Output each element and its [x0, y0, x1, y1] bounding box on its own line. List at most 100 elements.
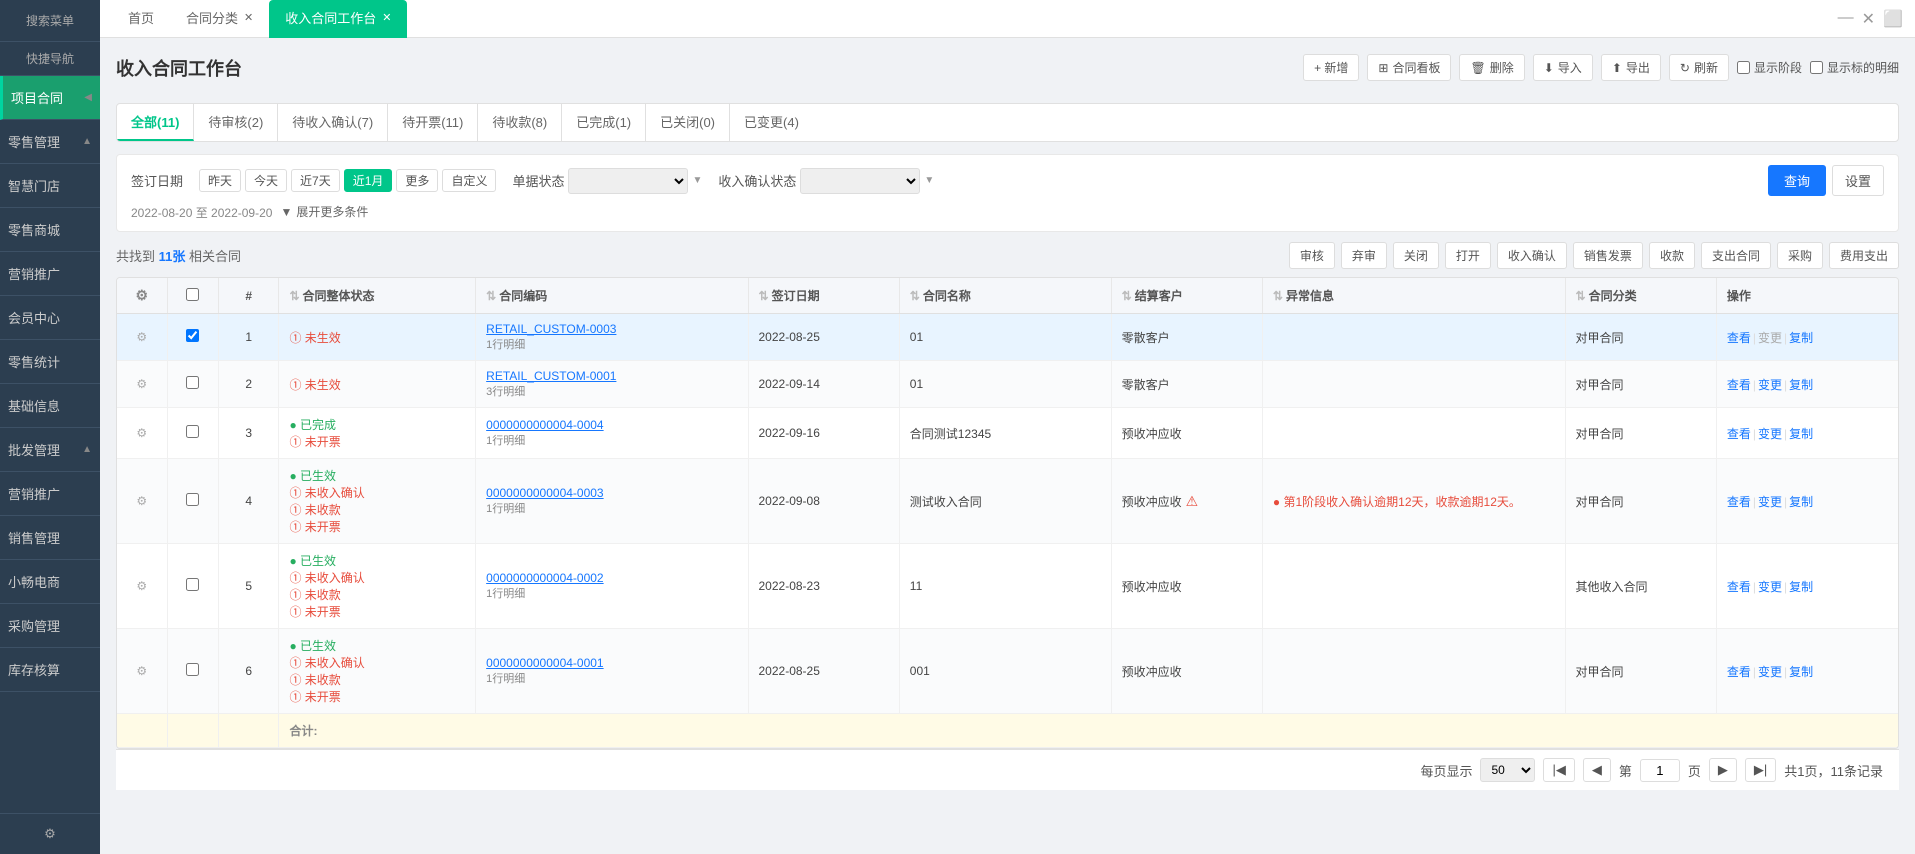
op-查看[interactable]: 查看 [1727, 331, 1751, 345]
sidebar-quick-nav[interactable]: 快捷导航 [0, 42, 100, 76]
sidebar-item-smart-store[interactable]: 智慧门店 [0, 164, 100, 208]
tab-income-workbench[interactable]: 收入合同工作台✕ [269, 0, 407, 38]
code-link[interactable]: 0000000000004-0004 [486, 418, 603, 432]
date-btn-yesterday[interactable]: 昨天 [199, 169, 241, 192]
show-fields-checkbox[interactable]: 显示阶段 [1737, 59, 1802, 76]
op-查看[interactable]: 查看 [1727, 580, 1751, 594]
row-gear[interactable]: ⚙ [117, 459, 167, 544]
op-查看[interactable]: 查看 [1727, 378, 1751, 392]
op-变更[interactable]: 变更 [1758, 580, 1782, 594]
status-tab-pending-payment[interactable]: 待收款(8) [478, 104, 562, 141]
query-button[interactable]: 查询 [1768, 165, 1826, 196]
sidebar-item-sales-mgmt[interactable]: 销售管理 [0, 516, 100, 560]
sidebar-item-marketing[interactable]: 营销推广 [0, 252, 100, 296]
op-复制[interactable]: 复制 [1789, 331, 1813, 345]
income-confirm-select[interactable] [800, 168, 920, 194]
next-page-btn[interactable]: ▶ [1709, 758, 1737, 782]
sidebar-search[interactable]: 搜索菜单 [0, 0, 100, 42]
doc-status-select[interactable] [568, 168, 688, 194]
sidebar-item-wholesale[interactable]: 批发管理▲ [0, 428, 100, 472]
filter-settings-button[interactable]: 设置 [1832, 165, 1884, 196]
prev-page-btn[interactable]: ◀ [1583, 758, 1611, 782]
op-查看[interactable]: 查看 [1727, 495, 1751, 509]
action-btn-close[interactable]: 关闭 [1393, 242, 1439, 269]
last-page-btn[interactable]: ▶| [1745, 758, 1776, 782]
status-tab-pending-audit[interactable]: 待审核(2) [194, 104, 278, 141]
sidebar-settings[interactable]: ⚙ [0, 813, 100, 854]
sidebar-item-basic-info[interactable]: 基础信息 [0, 384, 100, 428]
window-minimize[interactable]: — [1838, 9, 1854, 29]
date-btn-last7[interactable]: 近7天 [291, 169, 340, 192]
op-变更[interactable]: 变更 [1758, 427, 1782, 441]
refresh-button[interactable]: ↻ 刷新 [1669, 54, 1729, 81]
expand-filter-btn[interactable]: ▼ 展开更多条件 [280, 203, 368, 220]
row-gear[interactable]: ⚙ [117, 314, 167, 361]
status-tab-pending-invoice[interactable]: 待开票(11) [388, 104, 478, 141]
select-all-checkbox[interactable] [186, 288, 199, 301]
row-checkbox[interactable] [167, 629, 218, 714]
action-btn-audit[interactable]: 审核 [1289, 242, 1335, 269]
sidebar-item-member[interactable]: 会员中心 [0, 296, 100, 340]
row-gear[interactable]: ⚙ [117, 629, 167, 714]
action-btn-abandon[interactable]: 弃审 [1341, 242, 1387, 269]
status-tab-all[interactable]: 全部(11) [117, 104, 194, 141]
sidebar-item-purchase[interactable]: 采购管理 [0, 604, 100, 648]
row-checkbox[interactable] [167, 544, 218, 629]
op-复制[interactable]: 复制 [1789, 427, 1813, 441]
action-btn-purchase[interactable]: 采购 [1777, 242, 1823, 269]
sidebar-item-retail[interactable]: 零售管理▲ [0, 120, 100, 164]
row-gear[interactable]: ⚙ [117, 408, 167, 459]
date-btn-custom[interactable]: 自定义 [442, 169, 496, 192]
add-button[interactable]: + 新增 [1303, 54, 1359, 81]
sidebar-item-inventory[interactable]: 库存核算 [0, 648, 100, 692]
sidebar-item-ecommerce[interactable]: 小畅电商 [0, 560, 100, 604]
board-button[interactable]: ⊞ 合同看板 [1367, 54, 1451, 81]
status-tab-changed[interactable]: 已变更(4) [730, 104, 813, 141]
status-tab-pending-confirm[interactable]: 待收入确认(7) [278, 104, 388, 141]
row-checkbox[interactable] [167, 459, 218, 544]
status-tab-done[interactable]: 已完成(1) [562, 104, 646, 141]
tab-close-icon[interactable]: ✕ [382, 11, 391, 24]
code-link[interactable]: 0000000000004-0003 [486, 486, 603, 500]
action-btn-open[interactable]: 打开 [1445, 242, 1491, 269]
row-gear[interactable]: ⚙ [117, 361, 167, 408]
op-查看[interactable]: 查看 [1727, 665, 1751, 679]
sidebar-item-retail-stat[interactable]: 零售统计 [0, 340, 100, 384]
action-btn-income-confirm[interactable]: 收入确认 [1497, 242, 1567, 269]
op-变更[interactable]: 变更 [1758, 378, 1782, 392]
row-checkbox[interactable] [167, 314, 218, 361]
code-link[interactable]: RETAIL_CUSTOM-0003 [486, 322, 616, 336]
code-link[interactable]: 0000000000004-0001 [486, 656, 603, 670]
row-gear[interactable]: ⚙ [117, 544, 167, 629]
per-page-select[interactable]: 50 100 200 [1480, 758, 1535, 782]
op-查看[interactable]: 查看 [1727, 427, 1751, 441]
date-btn-last1m[interactable]: 近1月 [344, 169, 393, 192]
sidebar-item-mktg-promote[interactable]: 营销推广 [0, 472, 100, 516]
action-btn-payment[interactable]: 收款 [1649, 242, 1695, 269]
action-btn-expense-out[interactable]: 支出合同 [1701, 242, 1771, 269]
window-maximize[interactable]: ⬜ [1883, 9, 1903, 29]
sidebar-item-project[interactable]: 项目合同◀ [0, 76, 100, 120]
op-复制[interactable]: 复制 [1789, 378, 1813, 392]
status-tab-closed[interactable]: 已关闭(0) [646, 104, 730, 141]
first-page-btn[interactable]: |◀ [1543, 758, 1574, 782]
page-input[interactable] [1640, 759, 1680, 782]
op-变更[interactable]: 变更 [1758, 495, 1782, 509]
op-复制[interactable]: 复制 [1789, 495, 1813, 509]
tab-home[interactable]: 首页 [112, 0, 170, 38]
sidebar-item-retail-mall[interactable]: 零售商城 [0, 208, 100, 252]
op-复制[interactable]: 复制 [1789, 580, 1813, 594]
export-button[interactable]: ⬆ 导出 [1601, 54, 1661, 81]
show-detail-checkbox[interactable]: 显示标的明细 [1810, 59, 1899, 76]
tab-contract-cat[interactable]: 合同分类✕ [170, 0, 269, 38]
window-close[interactable]: ✕ [1862, 9, 1875, 29]
code-link[interactable]: RETAIL_CUSTOM-0001 [486, 369, 616, 383]
row-checkbox[interactable] [167, 361, 218, 408]
date-btn-more[interactable]: 更多 [396, 169, 438, 192]
row-checkbox[interactable] [167, 408, 218, 459]
delete-button[interactable]: 🗑 删除 [1459, 54, 1524, 81]
tab-close-icon[interactable]: ✕ [244, 11, 253, 24]
op-复制[interactable]: 复制 [1789, 665, 1813, 679]
action-btn-expense-pay[interactable]: 费用支出 [1829, 242, 1899, 269]
op-变更[interactable]: 变更 [1758, 665, 1782, 679]
